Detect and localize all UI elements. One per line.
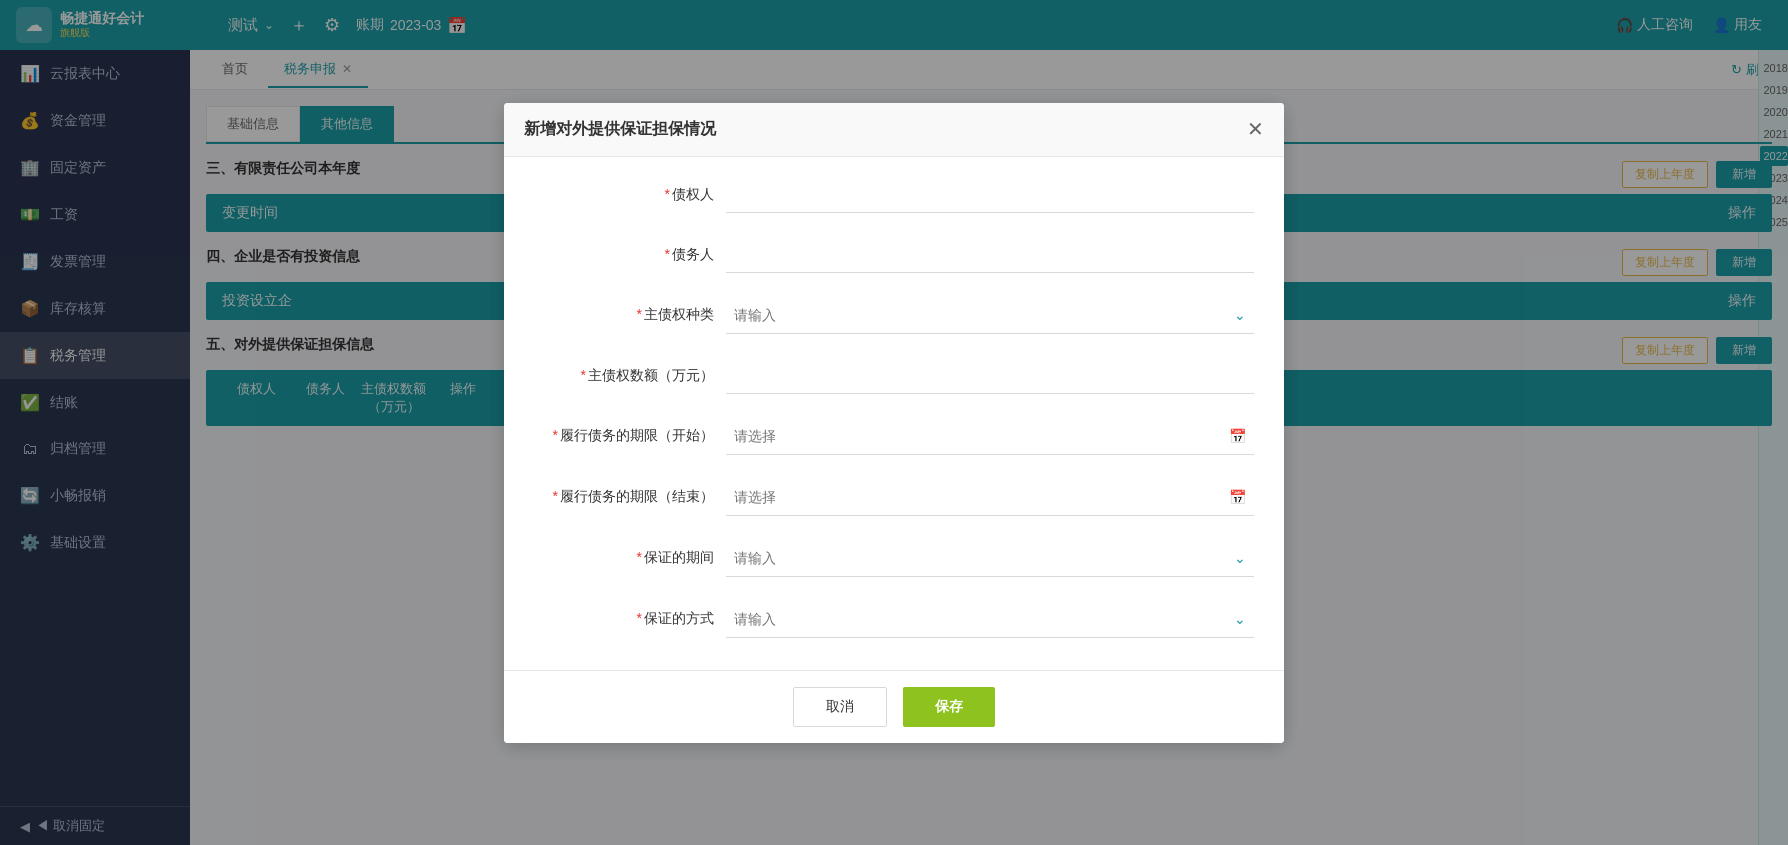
form-row-guarantee-period: *保证的期间 ⌄ [534,540,1254,577]
period-start-label: *履行债务的期限（开始） [534,427,714,445]
period-end-date[interactable]: 📅 [726,479,1254,516]
guarantee-period-select[interactable]: ⌄ [726,540,1254,577]
debtor-label: *债务人 [534,246,714,264]
guarantee-method-select[interactable]: ⌄ [726,601,1254,638]
claim-type-select[interactable]: ⌄ [726,297,1254,334]
modal-body: *债权人 *债务人 *主债权种类 ⌄ [504,157,1284,670]
modal-header: 新增对外提供保证担保情况 ✕ [504,103,1284,157]
claim-type-label: *主债权种类 [534,306,714,324]
claim-amount-input[interactable] [726,358,1254,394]
period-start-calendar-icon[interactable]: 📅 [1221,428,1254,444]
form-row-claim-amount: *主债权数额（万元） [534,358,1254,394]
form-row-period-start: *履行债务的期限（开始） 📅 [534,418,1254,455]
creditor-input[interactable] [726,177,1254,213]
modal-close-button[interactable]: ✕ [1247,119,1264,139]
modal-dialog: 新增对外提供保证担保情况 ✕ *债权人 *债务人 * [504,103,1284,743]
guarantee-method-input[interactable] [726,601,1226,637]
cancel-button[interactable]: 取消 [793,687,887,727]
period-end-label: *履行债务的期限（结束） [534,488,714,506]
form-row-debtor: *债务人 [534,237,1254,273]
claim-amount-label: *主债权数额（万元） [534,367,714,385]
debtor-input[interactable] [726,237,1254,273]
guarantee-period-input[interactable] [726,540,1226,576]
period-end-calendar-icon[interactable]: 📅 [1221,489,1254,505]
modal-overlay: 新增对外提供保证担保情况 ✕ *债权人 *债务人 * [0,0,1788,845]
form-row-creditor: *债权人 [534,177,1254,213]
creditor-label: *债权人 [534,186,714,204]
claim-type-input[interactable] [726,297,1226,333]
period-start-date[interactable]: 📅 [726,418,1254,455]
save-button[interactable]: 保存 [903,687,995,727]
claim-type-chevron-icon[interactable]: ⌄ [1226,307,1254,323]
period-start-input[interactable] [726,418,1221,454]
period-end-input[interactable] [726,479,1221,515]
modal-title: 新增对外提供保证担保情况 [524,119,716,140]
guarantee-method-label: *保证的方式 [534,610,714,628]
guarantee-period-chevron-icon[interactable]: ⌄ [1226,550,1254,566]
form-row-claim-type: *主债权种类 ⌄ [534,297,1254,334]
guarantee-method-chevron-icon[interactable]: ⌄ [1226,611,1254,627]
form-row-guarantee-method: *保证的方式 ⌄ [534,601,1254,638]
form-row-period-end: *履行债务的期限（结束） 📅 [534,479,1254,516]
guarantee-period-label: *保证的期间 [534,549,714,567]
modal-footer: 取消 保存 [504,670,1284,743]
